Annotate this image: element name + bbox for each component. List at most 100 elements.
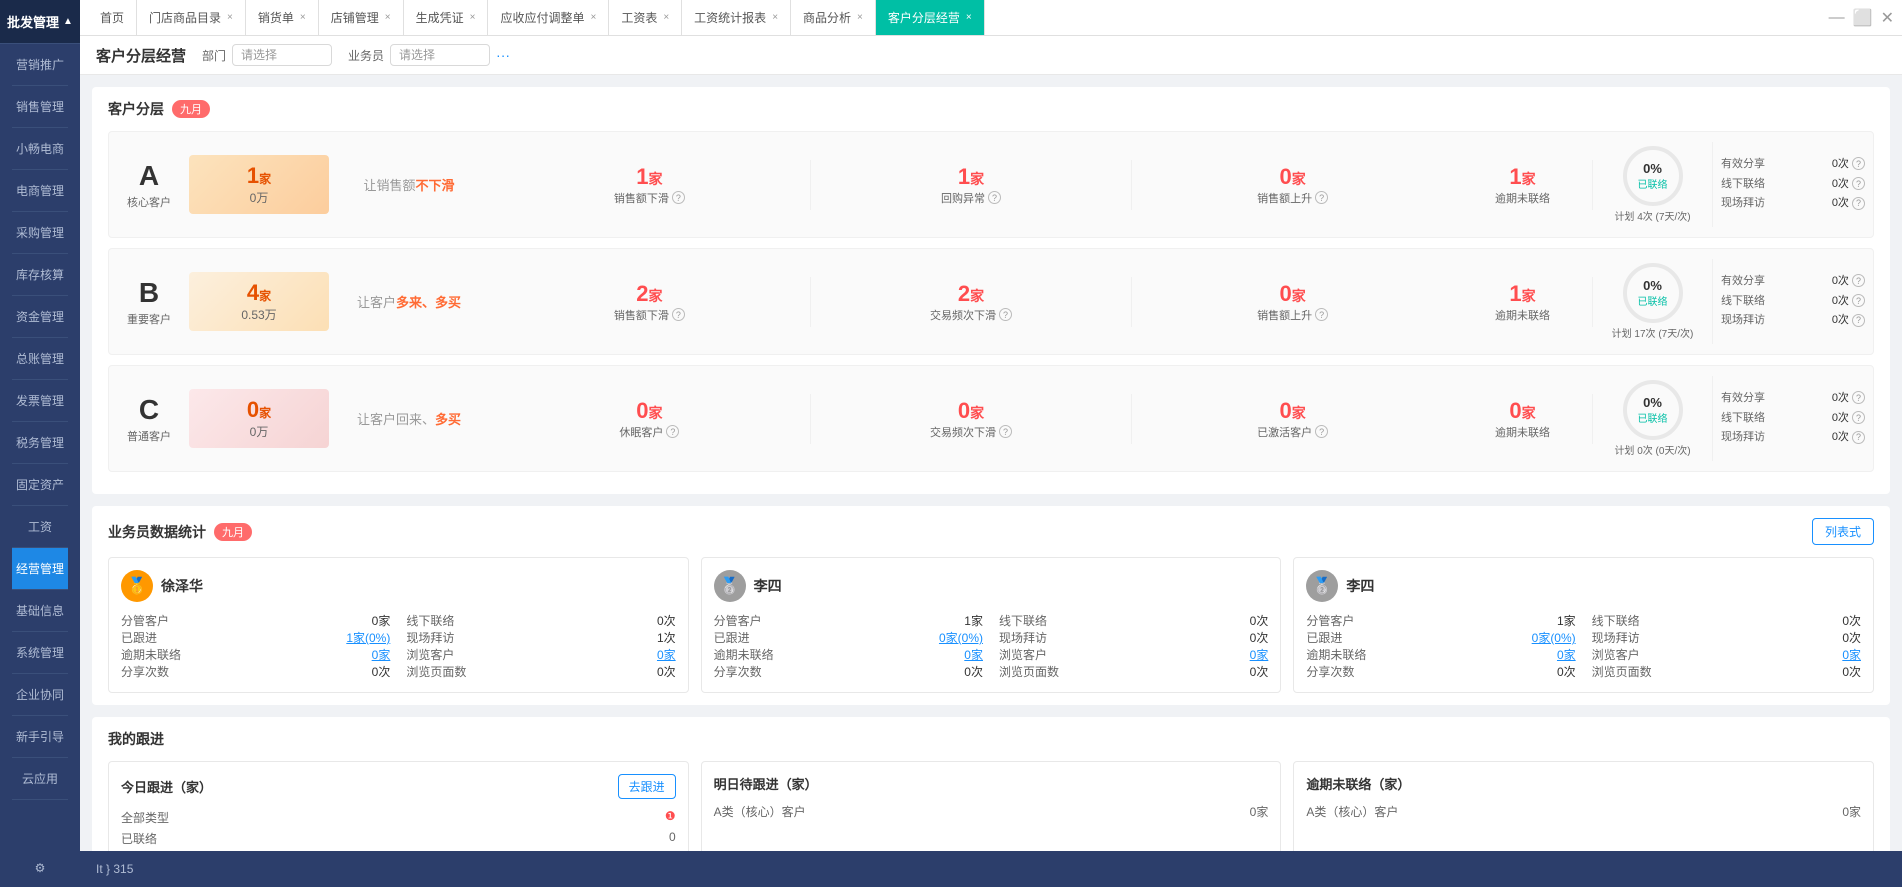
tier-tip-A: 让销售额不下滑	[329, 175, 489, 194]
sales-filter: 业务员 请选择 ···	[348, 44, 510, 66]
tab-门店商品目录[interactable]: 门店商品目录×	[137, 0, 246, 36]
biz-card-2: 🥈 李四 分管客户 1家 已跟进 0家(0%) 逾期未联络 0家 分享次数 0次…	[1293, 557, 1874, 693]
sidebar-logo: 批发管理 ▲	[0, 0, 80, 44]
tab-首页[interactable]: 首页	[88, 0, 137, 36]
sidebar-item-采购管理[interactable]: 采购管理	[12, 212, 68, 254]
sidebar-item-库存核算[interactable]: 库存核算	[12, 254, 68, 296]
tier-tip-B: 让客户多来、多买	[329, 292, 489, 311]
tab-close-生成凭证[interactable]: ×	[470, 12, 476, 23]
customer-section-title: 客户分层	[108, 99, 164, 119]
biz-stat-row: 分管客户 0家	[121, 612, 390, 629]
biz-avatar: 🥇	[121, 570, 153, 602]
goto-followup-btn[interactable]: 去跟进	[618, 774, 676, 799]
sidebar: 批发管理 ▲ 营销推广销售管理小畅电商电商管理采购管理库存核算资金管理总账管理发…	[0, 0, 80, 887]
overdue-row-1: A类（核心）客户0家	[1306, 801, 1861, 822]
tier-gauge-B: 0% 已联络	[1623, 263, 1683, 323]
tier-circle-C: 0% 已联络 计划 0次 (0天/次)	[1593, 376, 1713, 461]
tier-stat-item: 0家 休眠客户 ?	[489, 394, 811, 444]
biz-card-0: 🥇 徐泽华 分管客户 0家 已跟进 1家(0%) 逾期未联络 0家 分享次数 0…	[108, 557, 689, 693]
tomorrow-row-1: A类（核心）客户0家	[714, 801, 1269, 822]
biz-stats-right: 线下联络 0次 现场拜访 0次 浏览客户 0家 浏览页面数 0次	[999, 612, 1268, 680]
tier-tip-C: 让客户回来、多买	[329, 409, 489, 428]
tab-close-门店商品目录[interactable]: ×	[227, 12, 233, 23]
biz-stats-grid: 分管客户 0家 已跟进 1家(0%) 逾期未联络 0家 分享次数 0次 线下联络…	[121, 612, 676, 680]
tab-close-应收应付调整单[interactable]: ×	[590, 12, 596, 23]
window-restore-icon[interactable]: ⬜	[1853, 8, 1873, 28]
biz-stats-right: 线下联络 0次 现场拜访 1次 浏览客户 0家 浏览页面数 0次	[406, 612, 675, 680]
tomorrow-followup-card: 明日待跟进（家） A类（核心）客户0家	[701, 761, 1282, 851]
tier-stat-item: 1家 回购异常 ?	[811, 160, 1133, 210]
sidebar-collapse-icon[interactable]: ▲	[63, 16, 73, 27]
tab-close-工资统计报表[interactable]: ×	[772, 12, 778, 23]
biz-stat-row: 浏览客户 0家	[1592, 646, 1861, 663]
tab-close-店铺管理[interactable]: ×	[385, 12, 391, 23]
biz-month-badge: 九月	[214, 523, 252, 541]
today-row-2: 已联络0	[121, 828, 676, 849]
biz-stat-row: 已跟进 0家(0%)	[714, 629, 983, 646]
biz-card-header: 🥇 徐泽华	[121, 570, 676, 602]
followup-section: 我的跟进 今日跟进（家） 去跟进 全部类型❶ 已联络0 未联络❶	[92, 717, 1890, 851]
followup-section-header: 我的跟进	[108, 729, 1874, 749]
biz-stat-row: 浏览客户 0家	[406, 646, 675, 663]
biz-stat-row: 浏览页面数 0次	[1592, 663, 1861, 680]
window-minimize-icon[interactable]: —	[1829, 9, 1845, 27]
tab-应收应付调整单[interactable]: 应收应付调整单×	[488, 0, 609, 36]
sidebar-item-企业协同[interactable]: 企业协同	[12, 674, 68, 716]
sidebar-gear-icon[interactable]: ⚙	[0, 849, 80, 887]
tier-right-stats-A: 有效分享 0次 ? 线下联络 0次 ? 现场拜访 0次 ?	[1713, 155, 1873, 214]
biz-stat-row: 浏览客户 0家	[999, 646, 1268, 663]
tier-contact-B: 1家 逾期未联络	[1453, 277, 1593, 327]
sidebar-item-总账管理[interactable]: 总账管理	[12, 338, 68, 380]
biz-stat-row: 分享次数 0次	[714, 663, 983, 680]
sales-select[interactable]: 请选择	[390, 44, 490, 66]
tier-gauge-A: 0% 已联络	[1623, 146, 1683, 206]
biz-stats-left: 分管客户 1家 已跟进 0家(0%) 逾期未联络 0家 分享次数 0次	[1306, 612, 1575, 680]
tab-close-工资表[interactable]: ×	[663, 12, 669, 23]
tab-店铺管理[interactable]: 店铺管理×	[319, 0, 404, 36]
sidebar-item-发票管理[interactable]: 发票管理	[12, 380, 68, 422]
page-content: 客户分层 九月 A 核心客户 1家 0万 让销售额不下滑 1家 销售额下滑 ?	[80, 75, 1902, 851]
biz-stat-row: 已跟进 1家(0%)	[121, 629, 390, 646]
biz-stat-row: 线下联络 0次	[1592, 612, 1861, 629]
tier-count-C: 0家 0万	[189, 389, 329, 448]
customer-section-header: 客户分层 九月	[108, 99, 1874, 119]
sidebar-item-小畅电商[interactable]: 小畅电商	[12, 128, 68, 170]
tomorrow-followup-title: 明日待跟进（家）	[714, 774, 1269, 793]
tier-stats-A: 1家 销售额下滑 ? 1家 回购异常 ? 0家 销售额上升 ?	[489, 160, 1453, 210]
sidebar-item-基础信息[interactable]: 基础信息	[12, 590, 68, 632]
dept-select[interactable]: 请选择	[232, 44, 332, 66]
sidebar-item-营销推广[interactable]: 营销推广	[12, 44, 68, 86]
sidebar-item-销售管理[interactable]: 销售管理	[12, 86, 68, 128]
tier-circle-B: 0% 已联络 计划 17次 (7天/次)	[1593, 259, 1713, 344]
tab-生成凭证[interactable]: 生成凭证×	[404, 0, 489, 36]
sidebar-item-工资[interactable]: 工资	[12, 506, 68, 548]
biz-stats-left: 分管客户 1家 已跟进 0家(0%) 逾期未联络 0家 分享次数 0次	[714, 612, 983, 680]
window-close-icon[interactable]: ✕	[1881, 8, 1894, 28]
sidebar-item-经营管理[interactable]: 经营管理	[12, 548, 68, 590]
tab-商品分析[interactable]: 商品分析×	[791, 0, 876, 36]
tab-close-商品分析[interactable]: ×	[857, 12, 863, 23]
tab-close-客户分层经营[interactable]: ×	[966, 12, 972, 23]
biz-stat-row: 现场拜访 0次	[1592, 629, 1861, 646]
sidebar-item-新手引导[interactable]: 新手引导	[12, 716, 68, 758]
tab-close-销货单[interactable]: ×	[300, 12, 306, 23]
biz-stat-row: 逾期未联络 0家	[121, 646, 390, 663]
tab-客户分层经营[interactable]: 客户分层经营×	[876, 0, 985, 36]
more-filter-btn[interactable]: ···	[496, 47, 510, 63]
tab-销货单[interactable]: 销货单×	[246, 0, 319, 36]
biz-stat-row: 分享次数 0次	[1306, 663, 1575, 680]
biz-stats-grid: 分管客户 1家 已跟进 0家(0%) 逾期未联络 0家 分享次数 0次 线下联络…	[714, 612, 1269, 680]
sidebar-item-系统管理[interactable]: 系统管理	[12, 632, 68, 674]
biz-section: 业务员数据统计 九月 列表式 🥇 徐泽华 分管客户 0家 已跟进 1家(0%) …	[92, 506, 1890, 705]
tab-工资表[interactable]: 工资表×	[609, 0, 682, 36]
list-view-btn[interactable]: 列表式	[1812, 518, 1874, 545]
sidebar-item-云应用[interactable]: 云应用	[12, 758, 68, 800]
sidebar-item-固定资产[interactable]: 固定资产	[12, 464, 68, 506]
tab-工资统计报表[interactable]: 工资统计报表×	[682, 0, 791, 36]
tier-stat-item: 2家 销售额下滑 ?	[489, 277, 811, 327]
sidebar-item-资金管理[interactable]: 资金管理	[12, 296, 68, 338]
tier-stat-item: 0家 销售额上升 ?	[1132, 160, 1453, 210]
tier-count-A: 1家 0万	[189, 155, 329, 214]
sidebar-item-税务管理[interactable]: 税务管理	[12, 422, 68, 464]
sidebar-item-电商管理[interactable]: 电商管理	[12, 170, 68, 212]
